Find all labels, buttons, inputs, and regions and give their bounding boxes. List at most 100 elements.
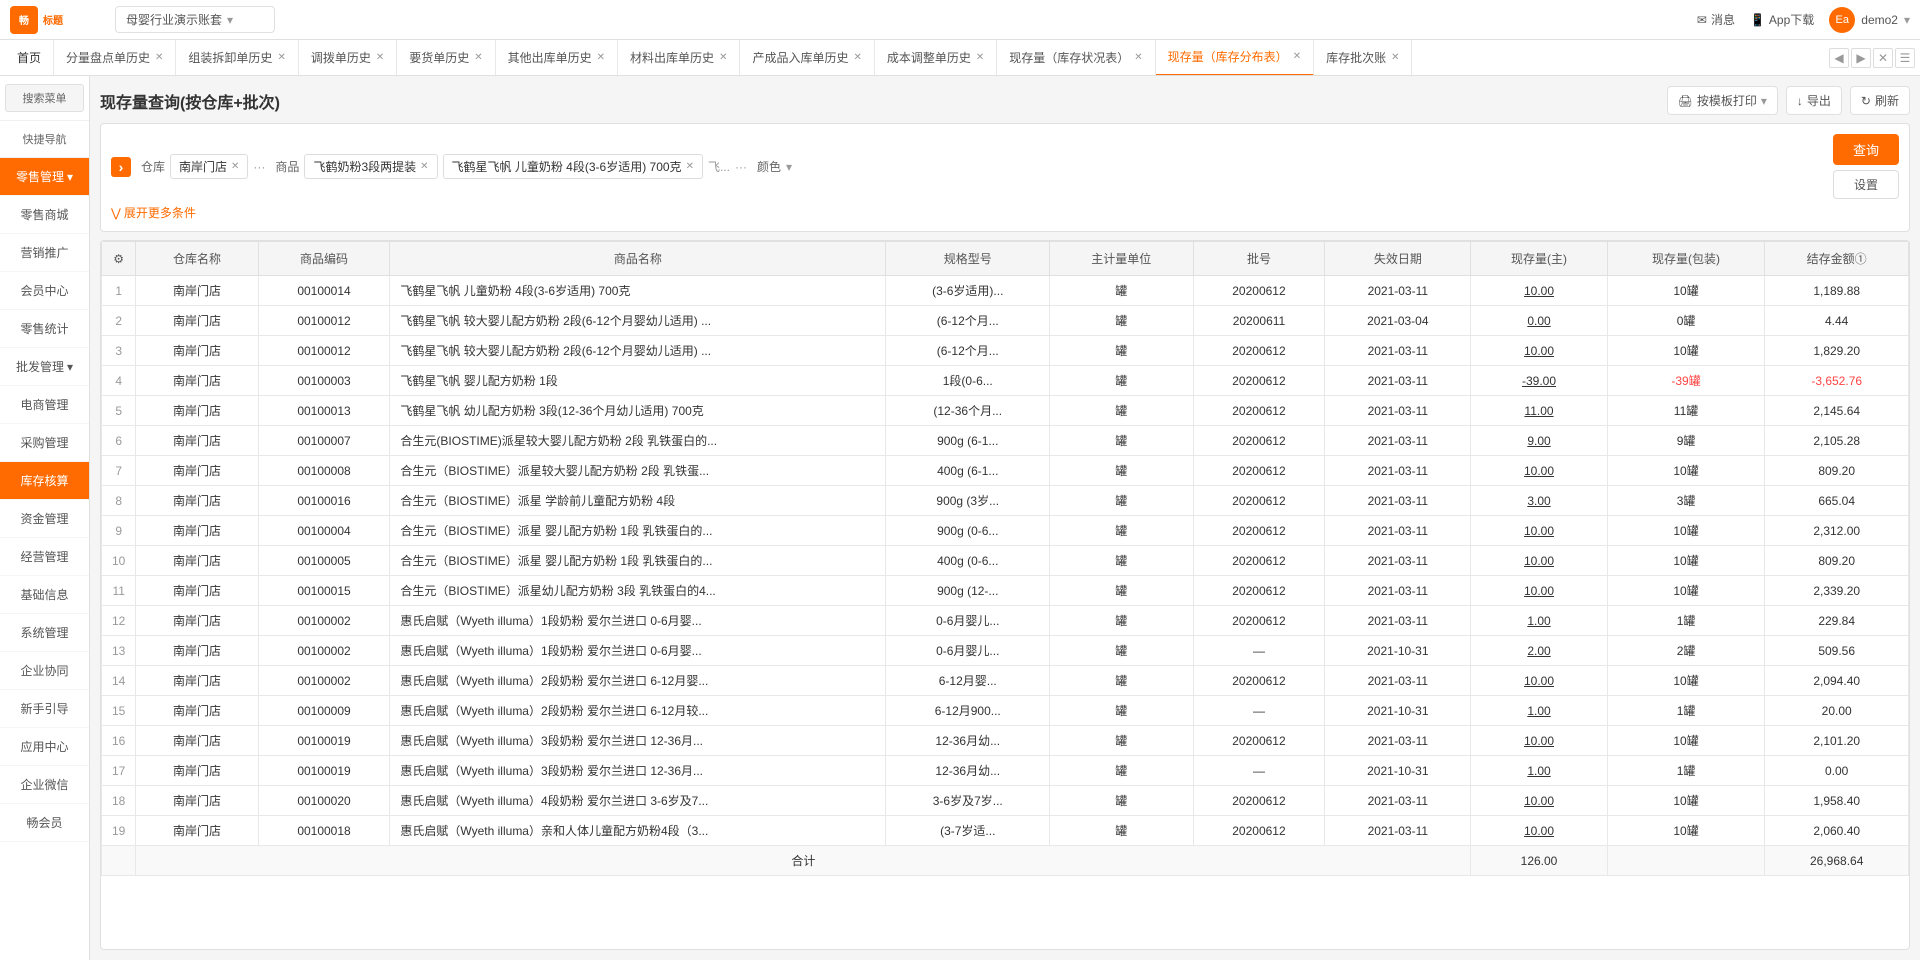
table-row: 10 南岸门店 00100005 合生元（BIOSTIME）派星 婴儿配方奶粉 … xyxy=(102,546,1909,576)
sidebar-item-ecom[interactable]: 电商管理 xyxy=(0,386,89,424)
row-batch: 20200612 xyxy=(1193,606,1325,636)
row-qty[interactable]: 10.00 xyxy=(1471,816,1607,846)
tab-demand-close[interactable]: ✕ xyxy=(474,52,482,63)
row-qty[interactable]: 11.00 xyxy=(1471,396,1607,426)
filter-product-more[interactable]: 飞... xyxy=(708,158,730,175)
workspace-selector[interactable]: 母婴行业演示账套 ▾ xyxy=(115,6,275,33)
row-pkg-qty: 11罐 xyxy=(1607,396,1765,426)
sidebar-item-warehouse[interactable]: 库存核算 xyxy=(0,462,89,500)
filter-warehouse-close[interactable]: ✕ xyxy=(231,161,239,172)
tab-split-close[interactable]: ✕ xyxy=(155,52,163,63)
tab-cost-close[interactable]: ✕ xyxy=(976,52,984,63)
setting-btn[interactable]: 设置 xyxy=(1833,170,1899,199)
sidebar-item-basic[interactable]: 基础信息 xyxy=(0,576,89,614)
sidebar-item-purchase[interactable]: 采购管理 xyxy=(0,424,89,462)
tab-product-in[interactable]: 产成品入库单历史 ✕ xyxy=(740,40,874,76)
row-amount: 20.00 xyxy=(1765,696,1909,726)
app-download-btn[interactable]: 📱 App下载 xyxy=(1750,11,1814,28)
row-spec: 12-36月幼... xyxy=(886,756,1050,786)
sidebar-item-marketing[interactable]: 营销推广 xyxy=(0,234,89,272)
filter-product-extra[interactable]: ··· xyxy=(735,160,747,174)
row-qty[interactable]: 10.00 xyxy=(1471,666,1607,696)
sidebar-item-biz[interactable]: 经营管理 xyxy=(0,538,89,576)
filter-expand-btn[interactable]: › xyxy=(111,157,131,177)
row-qty[interactable]: 10.00 xyxy=(1471,786,1607,816)
filter-warehouse-tag[interactable]: 南岸门店 ✕ xyxy=(170,154,248,179)
tab-next-btn[interactable]: ▶ xyxy=(1851,48,1871,68)
filter-product-tag-1-close[interactable]: ✕ xyxy=(420,161,428,172)
sidebar-item-member2[interactable]: 畅会员 xyxy=(0,804,89,842)
row-qty[interactable]: 1.00 xyxy=(1471,756,1607,786)
tab-disassemble-history[interactable]: 组装拆卸单历史 ✕ xyxy=(176,40,298,76)
row-qty[interactable]: 1.00 xyxy=(1471,606,1607,636)
search-menu-btn[interactable]: 搜索菜单 xyxy=(5,84,84,112)
row-qty[interactable]: 10.00 xyxy=(1471,546,1607,576)
tab-batch-close[interactable]: ✕ xyxy=(1391,52,1399,63)
sidebar-item-retail[interactable]: 零售管理 ▾ xyxy=(0,158,89,196)
sidebar-item-guide[interactable]: 新手引导 xyxy=(0,690,89,728)
tab-stock-distribution[interactable]: 现存量（库存分布表） ✕ xyxy=(1156,40,1314,76)
row-unit: 罐 xyxy=(1050,606,1194,636)
print-template-btn[interactable]: 🖨 按模板打印 ▾ xyxy=(1667,86,1778,115)
refresh-btn[interactable]: ↻ 刷新 xyxy=(1850,86,1910,115)
quick-nav-link[interactable]: 快捷导航 xyxy=(5,126,84,152)
row-qty[interactable]: 10.00 xyxy=(1471,576,1607,606)
row-name: 惠氏启赋（Wyeth illuma）1段奶粉 爱尔兰进口 0-6月婴... xyxy=(390,636,886,666)
row-qty[interactable]: 10.00 xyxy=(1471,336,1607,366)
tab-stock-status-close[interactable]: ✕ xyxy=(1134,52,1142,63)
tab-menu-btn[interactable]: ☰ xyxy=(1895,48,1915,68)
tab-product-in-close[interactable]: ✕ xyxy=(853,52,861,63)
message-btn[interactable]: ✉ 消息 xyxy=(1697,11,1735,28)
sidebar-item-appCenter[interactable]: 应用中心 xyxy=(0,728,89,766)
row-qty[interactable]: -39.00 xyxy=(1471,366,1607,396)
sidebar-item-system[interactable]: 系统管理 xyxy=(0,614,89,652)
tab-split-history[interactable]: 分量盘点单历史 ✕ xyxy=(54,40,176,76)
sidebar-item-mall[interactable]: 零售商城 xyxy=(0,196,89,234)
row-qty[interactable]: 10.00 xyxy=(1471,456,1607,486)
tab-other-out[interactable]: 其他出库单历史 ✕ xyxy=(496,40,618,76)
tab-close-all-btn[interactable]: ✕ xyxy=(1873,48,1893,68)
row-warehouse: 南岸门店 xyxy=(136,786,258,816)
row-qty[interactable]: 2.00 xyxy=(1471,636,1607,666)
tab-material-out-close[interactable]: ✕ xyxy=(719,52,727,63)
tab-home[interactable]: 首页 xyxy=(5,40,54,76)
export-btn[interactable]: ↓ 导出 xyxy=(1786,86,1842,115)
tab-stock-status[interactable]: 现存量（库存状况表） ✕ xyxy=(997,40,1155,76)
filter-warehouse-more[interactable]: ··· xyxy=(253,160,265,174)
filter-expand-more[interactable]: ⋁ 展开更多条件 xyxy=(111,204,1899,221)
filter-product-tag-2[interactable]: 飞鹤星飞帆 儿童奶粉 4段(3-6岁适用) 700克 ✕ xyxy=(443,154,703,179)
row-code: 00100007 xyxy=(258,426,390,456)
sidebar-item-corpWeChat[interactable]: 企业微信 xyxy=(0,766,89,804)
tab-stock-dist-close[interactable]: ✕ xyxy=(1293,51,1301,62)
sidebar-item-wholesale[interactable]: 批发管理 ▾ xyxy=(0,348,89,386)
col-settings[interactable]: ⚙ xyxy=(102,242,136,276)
row-qty[interactable]: 9.00 xyxy=(1471,426,1607,456)
tab-material-out[interactable]: 材料出库单历史 ✕ xyxy=(618,40,740,76)
tab-demand-history[interactable]: 要货单历史 ✕ xyxy=(397,40,495,76)
row-qty[interactable]: 3.00 xyxy=(1471,486,1607,516)
filter-product-tag-2-close[interactable]: ✕ xyxy=(686,161,694,172)
filter-product-tag-1[interactable]: 飞鹤奶粉3段两提装 ✕ xyxy=(304,154,437,179)
sidebar-item-stats[interactable]: 零售统计 xyxy=(0,310,89,348)
row-qty[interactable]: 10.00 xyxy=(1471,516,1607,546)
row-qty[interactable]: 10.00 xyxy=(1471,276,1607,306)
tab-other-out-close[interactable]: ✕ xyxy=(597,52,605,63)
tab-mix-close[interactable]: ✕ xyxy=(376,52,384,63)
filter-color-chevron[interactable]: ▾ xyxy=(786,160,792,174)
sidebar-item-member[interactable]: 会员中心 xyxy=(0,272,89,310)
sidebar-item-finance[interactable]: 资金管理 xyxy=(0,500,89,538)
row-amount: 665.04 xyxy=(1765,486,1909,516)
tab-batch-voucher[interactable]: 库存批次账 ✕ xyxy=(1314,40,1412,76)
row-qty[interactable]: 1.00 xyxy=(1471,696,1607,726)
tab-disassemble-close[interactable]: ✕ xyxy=(277,52,285,63)
row-pkg-qty: 10罐 xyxy=(1607,456,1765,486)
row-qty[interactable]: 10.00 xyxy=(1471,726,1607,756)
query-btn[interactable]: 查询 xyxy=(1833,134,1899,165)
row-amount: 509.56 xyxy=(1765,636,1909,666)
sidebar-item-corp[interactable]: 企业协同 xyxy=(0,652,89,690)
tab-mix-history[interactable]: 调拨单历史 ✕ xyxy=(299,40,397,76)
user-avatar[interactable]: Ea demo2 ▾ xyxy=(1829,7,1910,33)
row-qty[interactable]: 0.00 xyxy=(1471,306,1607,336)
tab-prev-btn[interactable]: ◀ xyxy=(1829,48,1849,68)
tab-cost-adjust[interactable]: 成本调整单历史 ✕ xyxy=(875,40,997,76)
